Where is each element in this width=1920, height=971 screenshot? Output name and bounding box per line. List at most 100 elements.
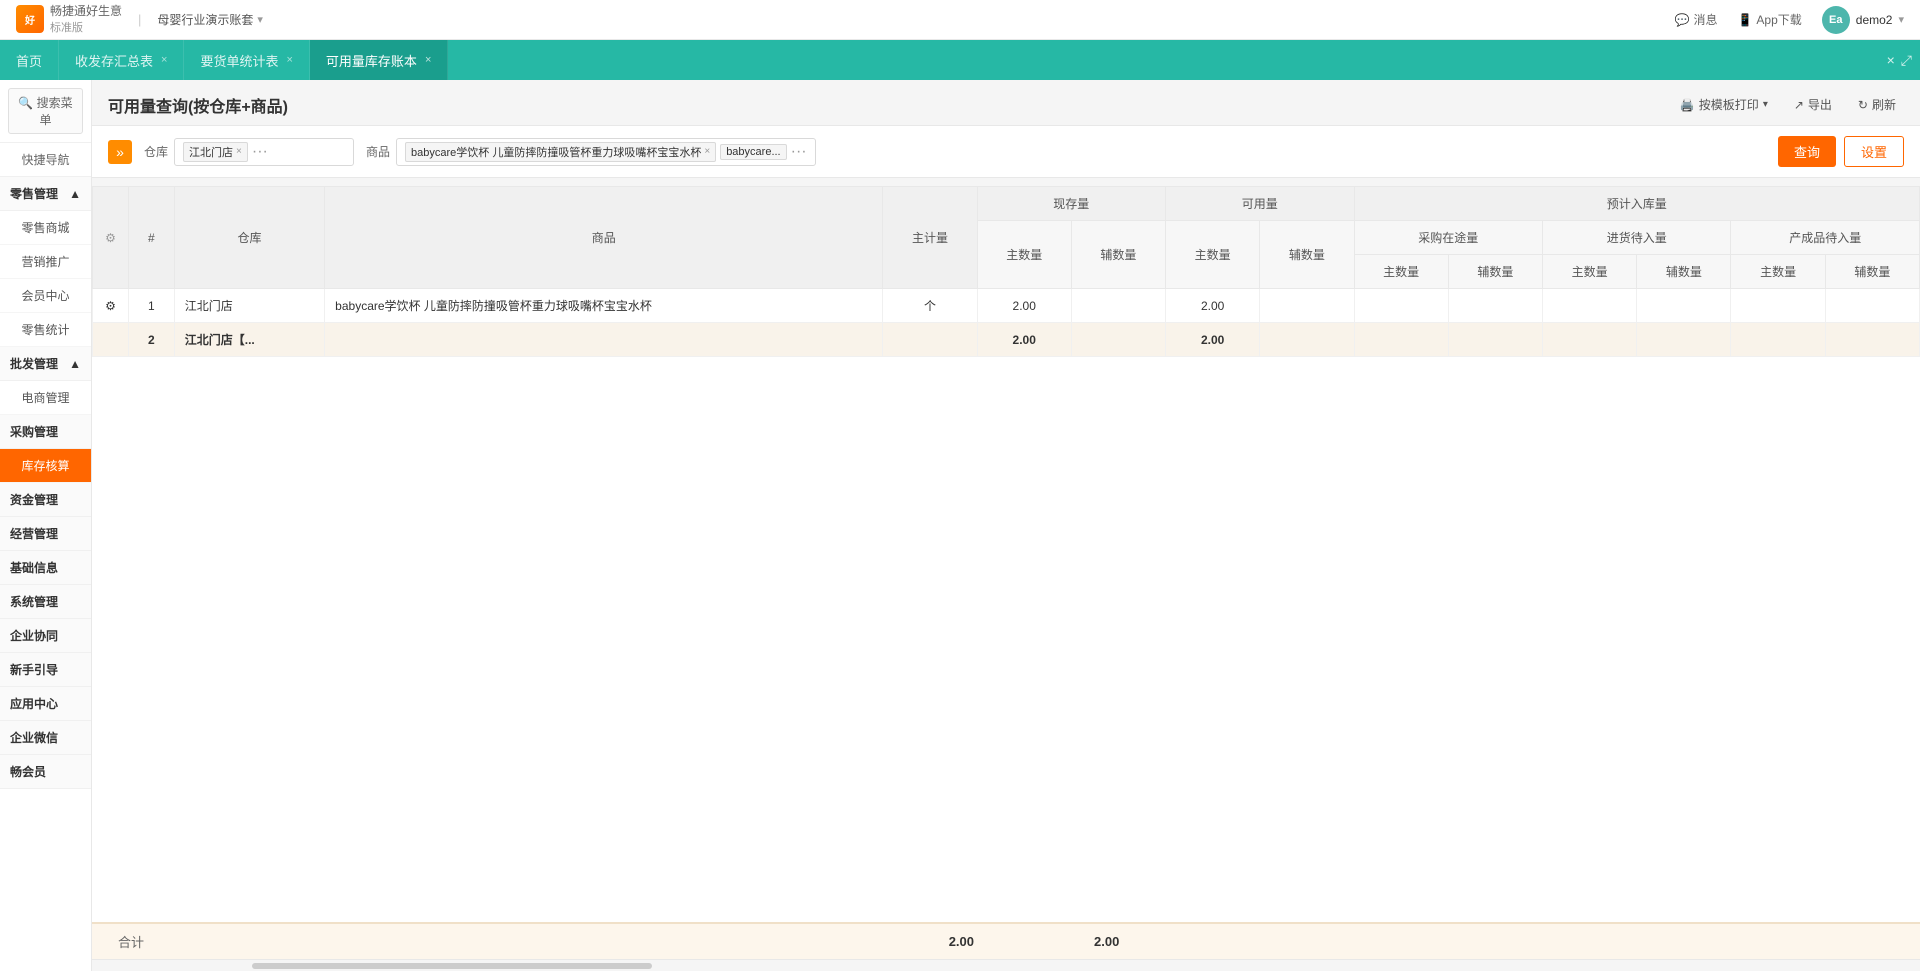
cell-product-1: babycare学饮杯 儿童防摔防撞吸管杯重力球吸嘴杯宝宝水杯 (325, 289, 883, 323)
sidebar-item-inventory[interactable]: 库存核算 (0, 449, 91, 483)
user-menu[interactable]: Ea demo2 ▾ (1822, 6, 1904, 34)
th-current-main: 主数量 (977, 221, 1071, 289)
sidebar-group-finance[interactable]: 资金管理 (0, 483, 91, 517)
product-filter-label: 商品 (366, 143, 390, 160)
th-warehouse: 仓库 (174, 187, 324, 289)
avatar-text: Ea (1829, 14, 1842, 26)
footer-avail-main: 2.00 (1094, 934, 1119, 949)
query-btn[interactable]: 查询 (1778, 136, 1836, 167)
th-production-aux: 辅数量 (1825, 255, 1919, 289)
filter-toggle-btn[interactable]: » (108, 140, 132, 164)
data-table: ⚙ # 仓库 商品 主计量 现存量 可用量 预计入库量 主数量 辅数量 主数量 (92, 186, 1920, 357)
product-filter: 商品 babycare学饮杯 儿童防摔防撞吸管杯重力球吸嘴杯宝宝水杯 × bab… (366, 138, 816, 166)
industry-dropdown-icon: ▾ (257, 13, 263, 26)
th-index: # (129, 187, 175, 289)
warehouse-input[interactable]: 江北门店 × ··· (174, 138, 354, 166)
app-download-label: App下载 (1756, 11, 1801, 28)
tab-available-stock-close[interactable]: × (425, 54, 431, 66)
warehouse-tag-remove[interactable]: × (236, 146, 242, 157)
table-row: ⚙ 1 江北门店 babycare学饮杯 儿童防摔防撞吸管杯重力球吸嘴杯宝宝水杯… (93, 289, 1920, 323)
sidebar-item-retail-stats[interactable]: 零售统计 (0, 313, 91, 347)
page-header: 可用量查询(按仓库+商品) 🖨️ 按模板打印 ▾ ↗ 导出 ↻ 刷新 (92, 80, 1920, 125)
cell-warehouse-2: 江北门店【... (174, 323, 324, 357)
cell-settings-1: ⚙ (93, 289, 129, 323)
th-expected-inbound: 预计入库量 (1354, 187, 1919, 221)
cell-current-main-1: 2.00 (977, 289, 1071, 323)
search-menu-btn[interactable]: 🔍 搜索菜单 (8, 88, 83, 134)
product-more-btn[interactable]: ··· (791, 143, 807, 161)
username: demo2 (1856, 13, 1893, 27)
expand-btn[interactable]: ⤢ (1901, 52, 1912, 69)
message-icon: 💬 (1674, 13, 1689, 27)
industry-label: 母婴行业演示账套 (157, 11, 253, 28)
tab-order-stats[interactable]: 要货单统计表 × (184, 40, 309, 80)
app-name: 畅捷通好生意 (50, 4, 122, 18)
sidebar-group-newbie[interactable]: 新手引导 (0, 653, 91, 687)
sidebar-group-retail[interactable]: 零售管理 ▲ (0, 177, 91, 211)
app-download-icon: 📱 (1737, 13, 1752, 27)
top-bar-left: 好 畅捷通好生意 标准版 | 母婴行业演示账套 ▾ (16, 4, 263, 34)
sidebar-item-online-retail[interactable]: 零售商城 (0, 211, 91, 245)
message-btn[interactable]: 💬 消息 (1674, 11, 1717, 28)
product-tag-1: babycare学饮杯 儿童防摔防撞吸管杯重力球吸嘴杯宝宝水杯 × (405, 142, 716, 162)
sidebar-item-ecommerce[interactable]: 电商管理 (0, 381, 91, 415)
tab-inventory-summary[interactable]: 收发存汇总表 × (59, 40, 184, 80)
top-bar-right: 💬 消息 📱 App下载 Ea demo2 ▾ (1674, 6, 1904, 34)
sidebar-group-wholesale[interactable]: 批发管理 ▲ (0, 347, 91, 381)
sidebar-group-apps[interactable]: 应用中心 (0, 687, 91, 721)
sidebar-group-system[interactable]: 系统管理 (0, 585, 91, 619)
settings-gear-icon[interactable]: ⚙ (104, 231, 118, 245)
print-label: 按模板打印 (1699, 96, 1759, 113)
th-production-pending: 产成品待入量 (1731, 221, 1920, 255)
sidebar-group-wechat[interactable]: 企业微信 (0, 721, 91, 755)
product-tag-2: babycare... (720, 144, 786, 160)
tab-home-label: 首页 (16, 51, 42, 70)
cell-production-main-2 (1731, 323, 1825, 357)
cell-avail-main-2: 2.00 (1166, 323, 1260, 357)
cell-unit-2 (883, 323, 977, 357)
user-dropdown-icon: ▾ (1898, 13, 1904, 26)
settings-btn[interactable]: 设置 (1844, 136, 1904, 167)
content-spacer (92, 554, 1920, 922)
sidebar-item-marketing[interactable]: 营销推广 (0, 245, 91, 279)
close-all-tabs-btn[interactable]: × (1887, 52, 1895, 68)
cell-purchase-aux-2 (1448, 323, 1542, 357)
scrollbar-thumb[interactable] (252, 963, 652, 969)
export-btn[interactable]: ↗ 导出 (1786, 92, 1840, 117)
cell-current-aux-1 (1071, 289, 1165, 323)
footer-summary: 合计 2.00 2.00 (92, 922, 1920, 959)
sidebar-quick-nav[interactable]: 快捷导航 (0, 143, 91, 177)
sidebar-group-basics[interactable]: 基础信息 (0, 551, 91, 585)
sidebar-group-operations[interactable]: 经营管理 (0, 517, 91, 551)
cell-avail-main-1: 2.00 (1166, 289, 1260, 323)
sidebar-item-members[interactable]: 会员中心 (0, 279, 91, 313)
cell-avail-aux-1 (1260, 289, 1354, 323)
tab-order-stats-close[interactable]: × (286, 54, 292, 66)
app-subtitle: 标准版 (50, 19, 122, 35)
th-inbound-main: 主数量 (1542, 255, 1636, 289)
print-btn[interactable]: 🖨️ 按模板打印 ▾ (1672, 92, 1776, 117)
warehouse-more-btn[interactable]: ··· (252, 143, 268, 161)
tab-available-stock[interactable]: 可用量库存账本 × (310, 40, 448, 80)
sidebar-group-purchase[interactable]: 采购管理 (0, 415, 91, 449)
industry-selector[interactable]: 母婴行业演示账套 ▾ (157, 11, 263, 28)
logo-icon: 好 (16, 5, 44, 33)
cell-production-aux-1 (1825, 289, 1919, 323)
cell-production-aux-2 (1825, 323, 1919, 357)
tab-inventory-summary-close[interactable]: × (161, 54, 167, 66)
cell-product-2 (325, 323, 883, 357)
app-download-btn[interactable]: 📱 App下载 (1737, 11, 1801, 28)
export-icon: ↗ (1794, 98, 1804, 112)
nav-tabs: 首页 收发存汇总表 × 要货单统计表 × 可用量库存账本 × × ⤢ (0, 40, 1920, 80)
sidebar-group-member[interactable]: 畅会员 (0, 755, 91, 789)
tab-available-stock-label: 可用量库存账本 (326, 51, 417, 70)
refresh-btn[interactable]: ↻ 刷新 (1850, 92, 1904, 117)
tab-home[interactable]: 首页 (0, 40, 59, 80)
product-input[interactable]: babycare学饮杯 儿童防摔防撞吸管杯重力球吸嘴杯宝宝水杯 × babyca… (396, 138, 816, 166)
th-production-main: 主数量 (1731, 255, 1825, 289)
horizontal-scrollbar[interactable] (92, 959, 1920, 971)
product-tag-1-remove[interactable]: × (704, 146, 710, 157)
sidebar-group-enterprise[interactable]: 企业协同 (0, 619, 91, 653)
th-settings: ⚙ (93, 187, 129, 289)
th-available: 可用量 (1166, 187, 1354, 221)
